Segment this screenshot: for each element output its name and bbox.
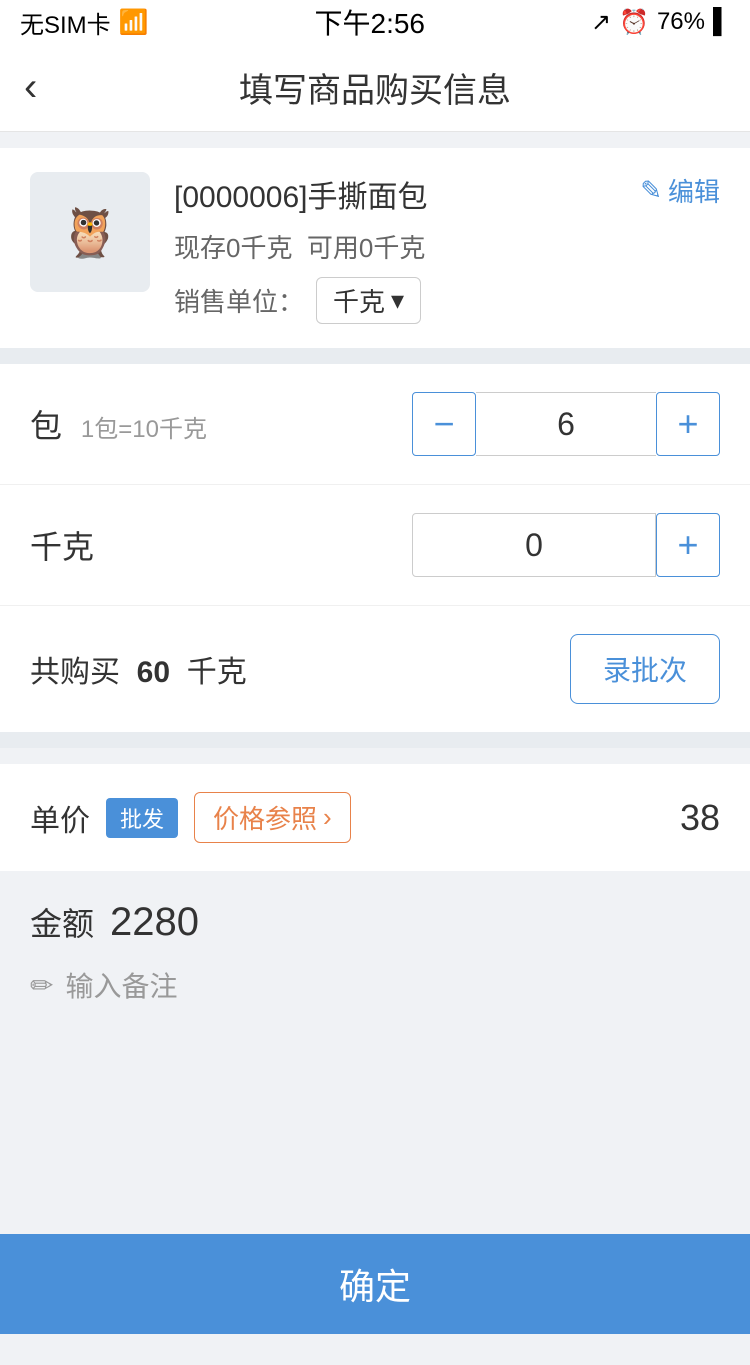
alarm-icon: ⏰ <box>619 8 649 37</box>
unit-label: 销售单位： <box>174 282 304 319</box>
package-label-text: 包 <box>30 408 62 444</box>
product-image: 🦉 <box>30 172 150 292</box>
status-time: 下午2:56 <box>315 2 426 42</box>
stock-text: 现存0千克 <box>174 233 292 263</box>
amount-value: 2280 <box>110 900 199 945</box>
status-left: 无SIM卡 📶 <box>20 5 149 40</box>
product-stock: 现存0千克 可用0千克 <box>174 228 720 265</box>
amount-section: 金额 2280 ✏ 输入备注 <box>0 871 750 1025</box>
kilogram-quantity-input[interactable] <box>412 513 656 577</box>
edit-icon: ✎ <box>640 175 662 206</box>
total-prefix: 共购买 <box>30 656 120 689</box>
battery-text: 76% <box>657 8 705 36</box>
product-card: 🦉 [0000006]手撕面包 现存0千克 可用0千克 销售单位： 千克 ▾ ✎… <box>0 148 750 348</box>
batch-button[interactable]: 录批次 <box>570 634 720 704</box>
available-text: 可用0千克 <box>307 233 425 263</box>
wifi-icon: 📶 <box>119 8 149 37</box>
product-id: [0000006] <box>174 181 307 214</box>
package-row: 包 1包=10千克 − + <box>0 364 750 485</box>
unit-select[interactable]: 千克 ▾ <box>316 277 421 324</box>
kilogram-label: 千克 <box>30 522 412 568</box>
product-image-icon: 🦉 <box>60 204 120 261</box>
product-title: 手撕面包 <box>307 181 427 214</box>
confirm-button[interactable]: 确定 <box>0 1234 750 1334</box>
price-label: 单价 <box>30 796 90 840</box>
package-minus-button[interactable]: − <box>412 392 476 456</box>
package-quantity-input[interactable] <box>476 392 656 456</box>
status-right: ↗ ⏰ 76% ▌ <box>591 8 730 37</box>
kilogram-plus-button[interactable]: + <box>656 513 720 577</box>
product-unit-row: 销售单位： 千克 ▾ <box>174 277 720 324</box>
nav-bar: ‹ 填写商品购买信息 <box>0 44 750 132</box>
total-text: 共购买 60 千克 <box>30 647 247 691</box>
back-button[interactable]: ‹ <box>24 65 37 110</box>
divider-2 <box>0 732 750 748</box>
remark-text: 输入备注 <box>65 965 177 1005</box>
price-ref-arrow: › <box>323 802 332 833</box>
total-unit: 千克 <box>187 656 247 689</box>
page-title: 填写商品购买信息 <box>239 63 511 112</box>
price-section: 单价 批发 价格参照 › 38 <box>0 764 750 871</box>
product-info: [0000006]手撕面包 现存0千克 可用0千克 销售单位： 千克 ▾ <box>174 172 720 324</box>
input-section: 包 1包=10千克 − + 千克 + <box>0 364 750 606</box>
location-icon: ↗ <box>591 8 611 37</box>
remark-icon: ✏ <box>30 969 53 1002</box>
price-ref-label: 价格参照 <box>213 799 317 836</box>
status-bar: 无SIM卡 📶 下午2:56 ↗ ⏰ 76% ▌ <box>0 0 750 44</box>
kilogram-quantity-control: + <box>412 513 720 577</box>
carrier-text: 无SIM卡 <box>20 5 111 40</box>
package-quantity-control: − + <box>412 392 720 456</box>
divider-1 <box>0 348 750 364</box>
amount-label: 金额 <box>30 899 94 945</box>
price-reference-button[interactable]: 价格参照 › <box>194 792 351 843</box>
total-row: 共购买 60 千克 录批次 <box>0 606 750 732</box>
unit-value: 千克 <box>333 282 385 319</box>
battery-icon: ▌ <box>713 8 730 36</box>
product-name: [0000006]手撕面包 <box>174 172 720 216</box>
amount-row: 金额 2280 <box>30 899 720 945</box>
chevron-down-icon: ▾ <box>391 285 404 316</box>
edit-label: 编辑 <box>668 172 720 209</box>
total-amount: 60 <box>137 656 170 689</box>
package-hint: 1包=10千克 <box>81 416 207 443</box>
price-value: 38 <box>680 797 720 839</box>
edit-button[interactable]: ✎ 编辑 <box>640 172 720 209</box>
package-label: 包 1包=10千克 <box>30 401 412 447</box>
remark-row[interactable]: ✏ 输入备注 <box>30 965 720 1025</box>
kilogram-row: 千克 + <box>0 485 750 606</box>
package-plus-button[interactable]: + <box>656 392 720 456</box>
price-tag: 批发 <box>106 798 178 838</box>
